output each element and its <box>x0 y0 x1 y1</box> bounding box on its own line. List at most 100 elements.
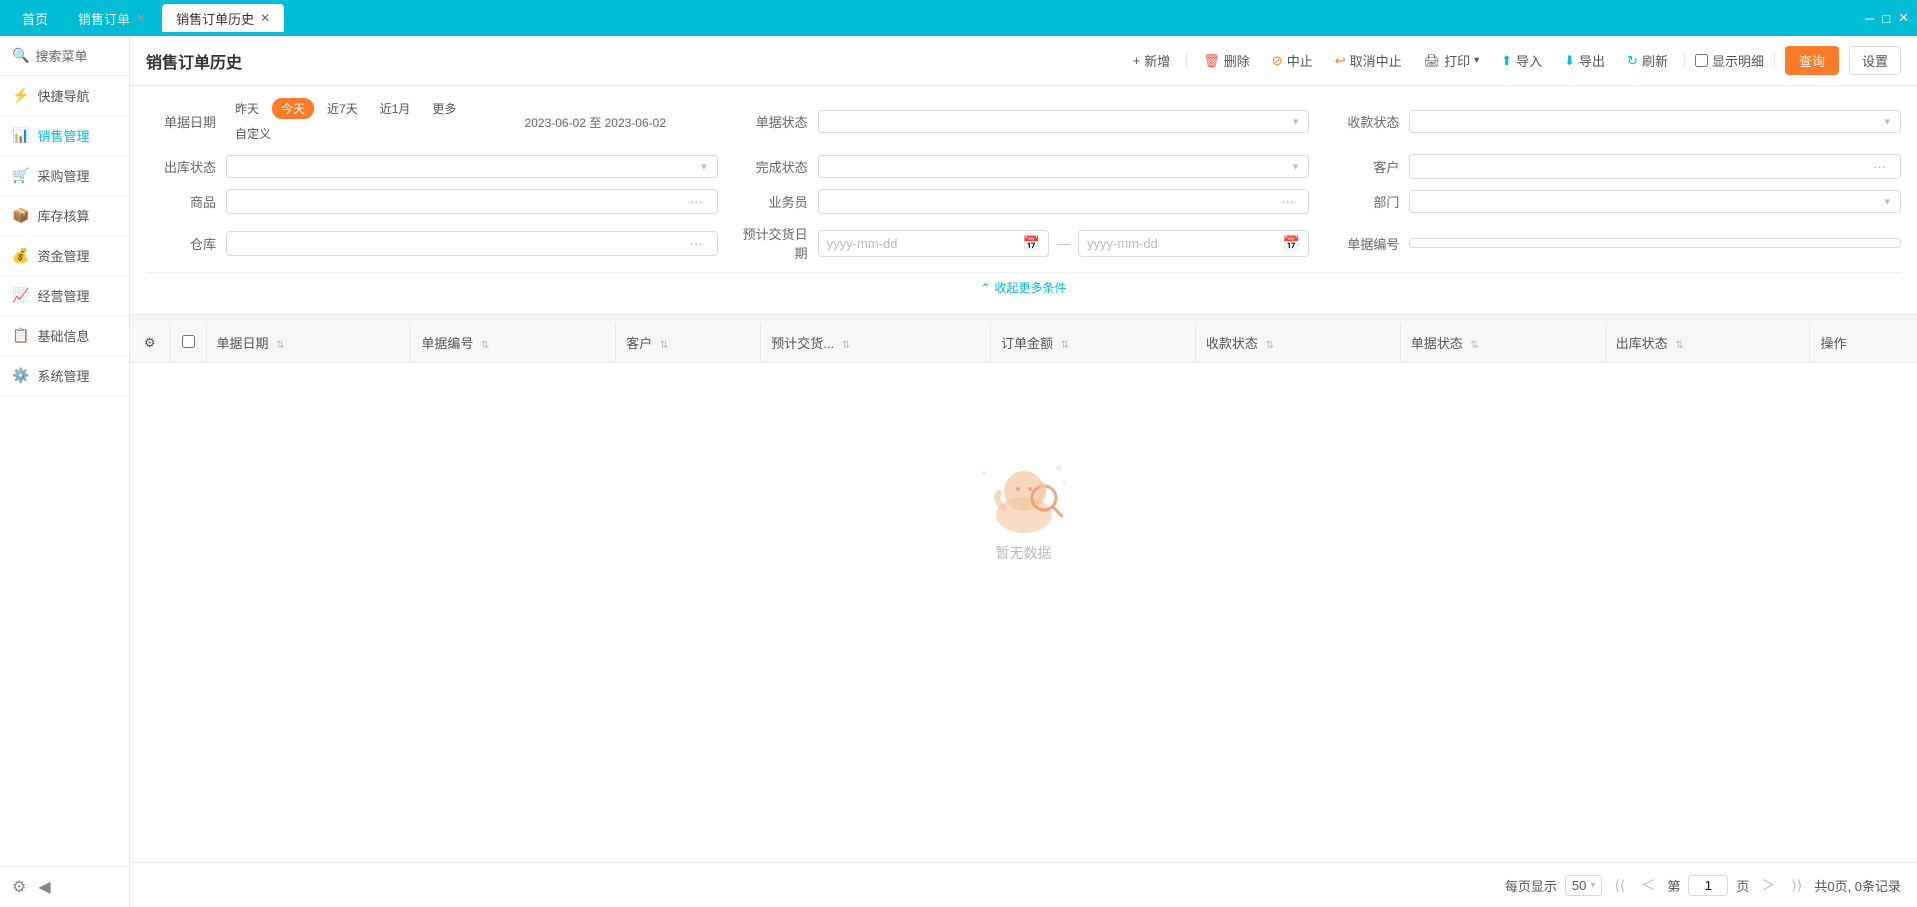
pay-status-select[interactable]: ▾ <box>1409 110 1901 133</box>
tab-sales-order-history-close[interactable]: ✕ <box>260 11 270 25</box>
date-custom[interactable]: 自定义 <box>226 123 280 144</box>
tab-home[interactable]: + 新增 首页 <box>8 4 62 32</box>
sort-order-status-icon: ⇅ <box>1470 340 1478 351</box>
last-page-button[interactable]: ⟩⟩ <box>1787 875 1806 896</box>
date-7days[interactable]: 近7天 <box>318 98 367 119</box>
sidebar-item-operations[interactable]: 📈 经营管理 <box>0 276 129 316</box>
sidebar-item-purchase-mgmt[interactable]: 🛒 采购管理 <box>0 156 129 196</box>
department-select[interactable]: ▾ <box>1409 190 1901 213</box>
collapse-label: 收起更多条件 <box>995 279 1067 296</box>
window-close[interactable]: ✕ <box>1898 10 1909 26</box>
settings-gear-icon[interactable]: ⚙ <box>144 335 156 350</box>
calendar-from-icon[interactable]: 📅 <box>1023 235 1040 252</box>
filter-col-expected-date: 预计交货日期 yyyy-mm-dd 📅 — yyyy-mm-dd 📅 <box>738 224 1310 262</box>
date-more[interactable]: 更多 <box>423 98 465 119</box>
th-order-no[interactable]: 单据编号 ⇅ <box>411 323 616 363</box>
stop-button[interactable]: ⊘ 中止 <box>1266 48 1319 73</box>
th-pay-status[interactable]: 收款状态 ⇅ <box>1195 323 1400 363</box>
settings-button[interactable]: 设置 <box>1849 46 1901 75</box>
complete-status-select[interactable]: ▾ <box>818 155 1310 178</box>
sidebar-item-sales-mgmt[interactable]: 📊 销售管理 <box>0 116 129 156</box>
th-out-status-label: 出库状态 <box>1616 336 1668 351</box>
sidebar-item-finance[interactable]: 💰 资金管理 <box>0 236 129 276</box>
th-pay-status-label: 收款状态 <box>1206 336 1258 351</box>
print-dropdown-icon: ▾ <box>1474 55 1479 66</box>
search-icon: 🔍 <box>12 47 29 64</box>
date-yesterday[interactable]: 昨天 <box>226 98 268 119</box>
filter-row-1: 单据日期 昨天 今天 近7天 近1月 更多 自定义 2023-06-02 至 2… <box>146 98 1901 144</box>
expected-date-from[interactable]: yyyy-mm-dd <box>827 236 898 251</box>
th-actions: 操作 <box>1810 323 1917 363</box>
filter-col-date: 单据日期 昨天 今天 近7天 近1月 更多 自定义 2023-06-02 至 2… <box>146 98 718 144</box>
th-out-status[interactable]: 出库状态 ⇅ <box>1605 323 1810 363</box>
sidebar-settings-icon[interactable]: ⚙ <box>12 877 26 897</box>
print-icon: 🖨 <box>1424 53 1441 69</box>
date-1month[interactable]: 近1月 <box>371 98 420 119</box>
order-no-label: 单据编号 <box>1329 234 1409 253</box>
out-status-select[interactable]: ▾ <box>226 155 718 178</box>
delete-button[interactable]: 🗑 删除 <box>1197 48 1256 73</box>
sidebar-bottom: ⚙ ◀ <box>0 866 129 907</box>
select-all-checkbox[interactable] <box>182 335 195 348</box>
refresh-button[interactable]: ↻ 刷新 <box>1621 48 1674 73</box>
cancel-stop-button[interactable]: ↩ 取消中止 <box>1329 48 1408 73</box>
first-page-button[interactable]: ⟨⟨ <box>1610 875 1629 896</box>
query-button[interactable]: 查询 <box>1785 46 1839 75</box>
customer-dots[interactable]: ··· <box>1869 159 1890 174</box>
prev-page-button[interactable]: ＜ <box>1637 873 1659 897</box>
th-expected-date[interactable]: 预计交货... ⇅ <box>761 323 991 363</box>
filter-col-product: 商品 ··· <box>146 189 718 214</box>
export-button[interactable]: ⬇ 导出 <box>1558 48 1611 73</box>
quick-nav-icon: ⚡ <box>12 87 29 104</box>
export-label: 导出 <box>1579 51 1605 70</box>
page-size-select[interactable]: 50 ▾ <box>1565 875 1603 896</box>
cancel-stop-label: 取消中止 <box>1350 51 1402 70</box>
filter-col-salesperson: 业务员 ··· <box>738 189 1310 214</box>
new-icon: + <box>1133 53 1141 68</box>
import-button[interactable]: ⬆ 导入 <box>1495 48 1548 73</box>
display-columns-checkbox[interactable] <box>1695 54 1708 67</box>
finance-icon: 💰 <box>12 247 29 264</box>
order-status-select[interactable]: ▾ <box>818 110 1310 133</box>
th-settings[interactable]: ⚙ <box>130 323 170 363</box>
expected-date-to[interactable]: yyyy-mm-dd <box>1087 236 1158 251</box>
divider-2 <box>1684 53 1685 69</box>
warehouse-dots[interactable]: ··· <box>686 236 707 251</box>
order-status-dropdown-icon: ▾ <box>1293 115 1299 128</box>
import-icon: ⬆ <box>1501 53 1512 69</box>
page-header: 销售订单历史 + 新增 🗑 删除 ⊘ 中止 ↩ 取消中止 <box>130 36 1917 86</box>
display-columns-checkbox-label[interactable]: 显示明细 <box>1695 51 1764 70</box>
empty-text: 暂无数据 <box>996 543 1052 563</box>
salesperson-dots[interactable]: ··· <box>1277 194 1298 209</box>
print-button[interactable]: 🖨 打印 ▾ <box>1418 48 1486 73</box>
th-check[interactable] <box>170 323 206 363</box>
th-date[interactable]: 单据日期 ⇅ <box>206 323 411 363</box>
calendar-to-icon[interactable]: 📅 <box>1283 235 1300 252</box>
date-today[interactable]: 今天 <box>272 98 314 119</box>
window-maximize[interactable]: □ <box>1882 11 1890 26</box>
inventory-icon: 📦 <box>12 207 29 224</box>
next-page-button[interactable]: ＞ <box>1757 873 1779 897</box>
page-number-input[interactable] <box>1688 875 1728 896</box>
tab-sales-order-history[interactable]: 销售订单历史 ✕ <box>162 4 284 32</box>
tab-sales-order[interactable]: 销售订单 ✕ <box>64 4 160 32</box>
window-minimize[interactable]: ─ <box>1865 11 1874 26</box>
date-range-display: 2023-06-02 至 2023-06-02 <box>525 114 666 131</box>
th-order-amount[interactable]: 订单金额 ⇅ <box>991 323 1196 363</box>
sidebar-search[interactable]: 🔍 搜索菜单 <box>0 36 129 76</box>
th-order-status[interactable]: 单据状态 ⇅ <box>1400 323 1605 363</box>
tab-sales-order-close[interactable]: ✕ <box>136 11 146 25</box>
sidebar-item-quick-nav-label: 快捷导航 <box>37 86 89 105</box>
sidebar-item-system-mgmt[interactable]: ⚙️ 系统管理 <box>0 356 129 396</box>
sidebar-item-basic-info[interactable]: 📋 基础信息 <box>0 316 129 356</box>
warehouse-label: 仓库 <box>146 234 226 253</box>
sidebar-item-inventory[interactable]: 📦 库存核算 <box>0 196 129 236</box>
product-dots[interactable]: ··· <box>686 194 707 209</box>
sidebar-item-sales-mgmt-label: 销售管理 <box>37 126 89 145</box>
tab-bar: + 新增 首页 销售订单 ✕ 销售订单历史 ✕ ─ □ ✕ <box>0 0 1917 36</box>
collapse-bar[interactable]: ⌃ 收起更多条件 <box>146 272 1901 302</box>
new-button[interactable]: + 新增 <box>1127 48 1177 73</box>
sidebar-collapse-icon[interactable]: ◀ <box>38 877 50 897</box>
th-customer[interactable]: 客户 ⇅ <box>616 323 761 363</box>
sidebar-item-quick-nav[interactable]: ⚡ 快捷导航 <box>0 76 129 116</box>
